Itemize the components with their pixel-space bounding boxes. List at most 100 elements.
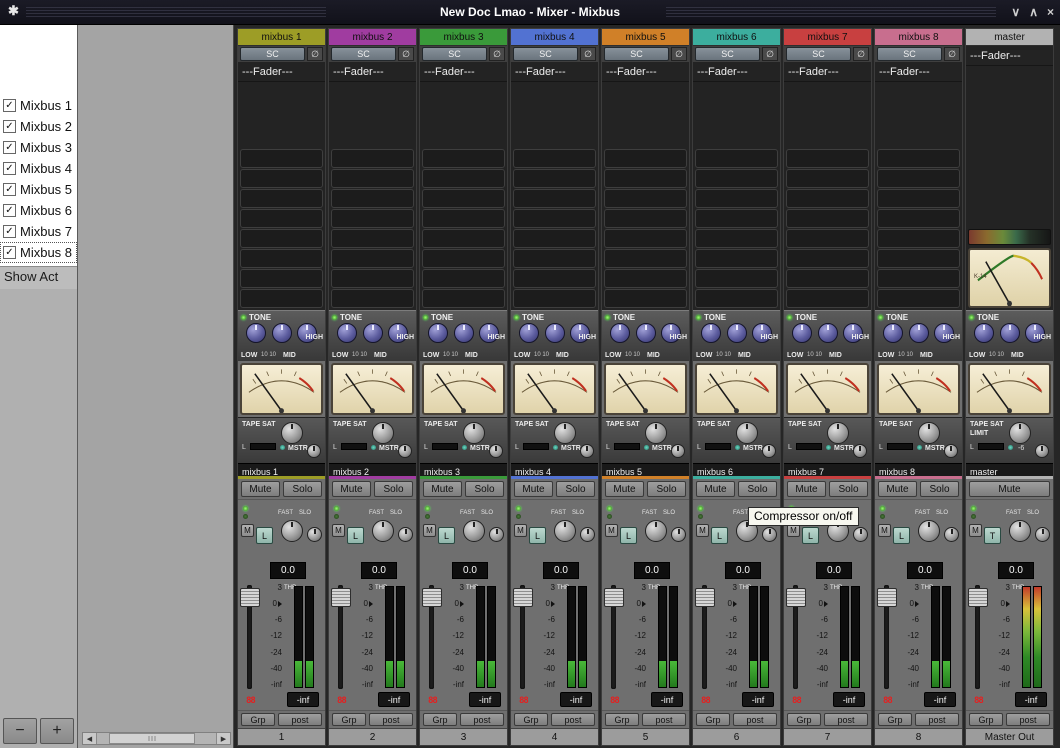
drive-knob[interactable] (671, 444, 685, 458)
sidechain-button[interactable]: SC (331, 47, 396, 61)
processor-slot[interactable] (786, 289, 869, 308)
processor-slot[interactable] (331, 289, 414, 308)
metering-point-button[interactable]: post (915, 713, 959, 726)
metering-point-button[interactable]: post (551, 713, 595, 726)
fader-handle[interactable] (604, 588, 624, 607)
mute-button[interactable]: Mute (241, 481, 280, 497)
processor-slot[interactable] (513, 189, 596, 208)
processor-slot[interactable] (786, 169, 869, 188)
metering-point-button[interactable]: post (278, 713, 322, 726)
checkbox-icon[interactable] (3, 162, 16, 175)
peak-reset-button[interactable]: -inf (651, 692, 683, 707)
tone-mid-knob[interactable] (454, 323, 474, 343)
mixbus-list-item[interactable]: Mixbus 6 (0, 200, 77, 221)
checkbox-icon[interactable] (3, 99, 16, 112)
processor-slot[interactable] (240, 149, 323, 168)
processor-slot[interactable] (331, 229, 414, 248)
sidechain-button[interactable]: SC (513, 47, 578, 61)
fader-processor-label[interactable]: ---Fader--- (329, 62, 416, 82)
processor-slot[interactable] (422, 149, 505, 168)
scrollbar-track[interactable] (97, 733, 216, 744)
mute-button[interactable]: Mute (969, 481, 1050, 497)
tape-sat-knob[interactable] (1009, 422, 1031, 444)
processor-slot[interactable] (786, 209, 869, 228)
processor-slot[interactable] (695, 229, 778, 248)
processor-slot[interactable] (331, 249, 414, 268)
processor-slot[interactable] (604, 189, 687, 208)
processor-slot[interactable] (877, 169, 960, 188)
processor-slot[interactable] (786, 149, 869, 168)
comp-makeup-knob[interactable] (398, 527, 413, 542)
processor-slot[interactable] (877, 289, 960, 308)
strip-nameplate[interactable]: mixbus 5 (602, 463, 689, 479)
strip-name-button[interactable]: mixbus 8 (875, 29, 962, 46)
tape-sat-knob[interactable] (281, 422, 303, 444)
group-button[interactable]: Grp (423, 713, 457, 726)
drive-knob[interactable] (762, 444, 776, 458)
fader-handle[interactable] (968, 588, 988, 607)
processor-box[interactable]: K-14 (602, 82, 689, 310)
group-button[interactable]: Grp (332, 713, 366, 726)
tone-low-knob[interactable] (792, 323, 812, 343)
processor-slot[interactable] (513, 229, 596, 248)
processor-slot[interactable] (240, 249, 323, 268)
processor-slot[interactable] (513, 149, 596, 168)
processor-slot[interactable] (331, 189, 414, 208)
group-button[interactable]: Grp (969, 713, 1003, 726)
strip-nameplate[interactable]: mixbus 1 (238, 463, 325, 479)
mixbus-list-item[interactable]: Mixbus 1 (0, 95, 77, 116)
tone-low-knob[interactable] (610, 323, 630, 343)
mixbus-list-item[interactable]: Mixbus 8 (0, 242, 77, 263)
processor-box[interactable]: K-14 (784, 82, 871, 310)
mute-button[interactable]: Mute (787, 481, 826, 497)
group-button[interactable]: Grp (787, 713, 821, 726)
comp-makeup-knob[interactable] (580, 527, 595, 542)
processor-slot[interactable] (422, 229, 505, 248)
fader-handle[interactable] (331, 588, 351, 607)
fader-processor-label[interactable]: ---Fader--- (511, 62, 598, 82)
tone-low-knob[interactable] (974, 323, 994, 343)
compressor-on-off-button[interactable]: L (711, 527, 728, 544)
fader-handle[interactable] (695, 588, 715, 607)
sidechain-button[interactable]: SC (695, 47, 760, 61)
metering-point-button[interactable]: post (733, 713, 777, 726)
peak-reset-button[interactable]: -inf (742, 692, 774, 707)
drive-knob[interactable] (307, 444, 321, 458)
tone-mid-knob[interactable] (818, 323, 838, 343)
fader-handle[interactable] (240, 588, 260, 607)
sidechain-button[interactable]: SC (240, 47, 305, 61)
shade-button[interactable]: ∨ (1011, 5, 1020, 19)
phase-invert-button[interactable]: ∅ (944, 47, 960, 61)
strip-name-button[interactable]: mixbus 7 (784, 29, 871, 46)
metering-button[interactable]: M (878, 524, 891, 537)
comp-speed-knob[interactable] (554, 520, 576, 542)
tone-mid-knob[interactable] (1000, 323, 1020, 343)
processor-slot[interactable] (695, 269, 778, 288)
sidechain-button[interactable]: SC (786, 47, 851, 61)
scroll-left-arrow[interactable]: ◀ (83, 733, 97, 744)
processor-slot[interactable] (604, 169, 687, 188)
processor-box[interactable]: K-14 (693, 82, 780, 310)
processor-slot[interactable] (240, 289, 323, 308)
phase-invert-button[interactable]: ∅ (307, 47, 323, 61)
shrink-strips-button[interactable]: − (3, 718, 37, 744)
tone-mid-knob[interactable] (636, 323, 656, 343)
fader-handle[interactable] (513, 588, 533, 607)
checkbox-icon[interactable] (3, 204, 16, 217)
compressor-on-off-button[interactable]: T (984, 527, 1001, 544)
metering-button[interactable]: M (969, 524, 982, 537)
tone-low-knob[interactable] (883, 323, 903, 343)
processor-slot[interactable] (877, 209, 960, 228)
processor-slot[interactable] (240, 209, 323, 228)
mute-button[interactable]: Mute (878, 481, 917, 497)
processor-slot[interactable] (240, 189, 323, 208)
processor-box[interactable]: K-14 (420, 82, 507, 310)
checkbox-icon[interactable] (3, 183, 16, 196)
metering-button[interactable]: M (241, 524, 254, 537)
strip-nameplate[interactable]: mixbus 6 (693, 463, 780, 479)
solo-button[interactable]: Solo (738, 481, 777, 497)
strip-nameplate[interactable]: mixbus 8 (875, 463, 962, 479)
phase-invert-button[interactable]: ∅ (853, 47, 869, 61)
processor-slot[interactable] (877, 229, 960, 248)
processor-slot[interactable] (786, 249, 869, 268)
